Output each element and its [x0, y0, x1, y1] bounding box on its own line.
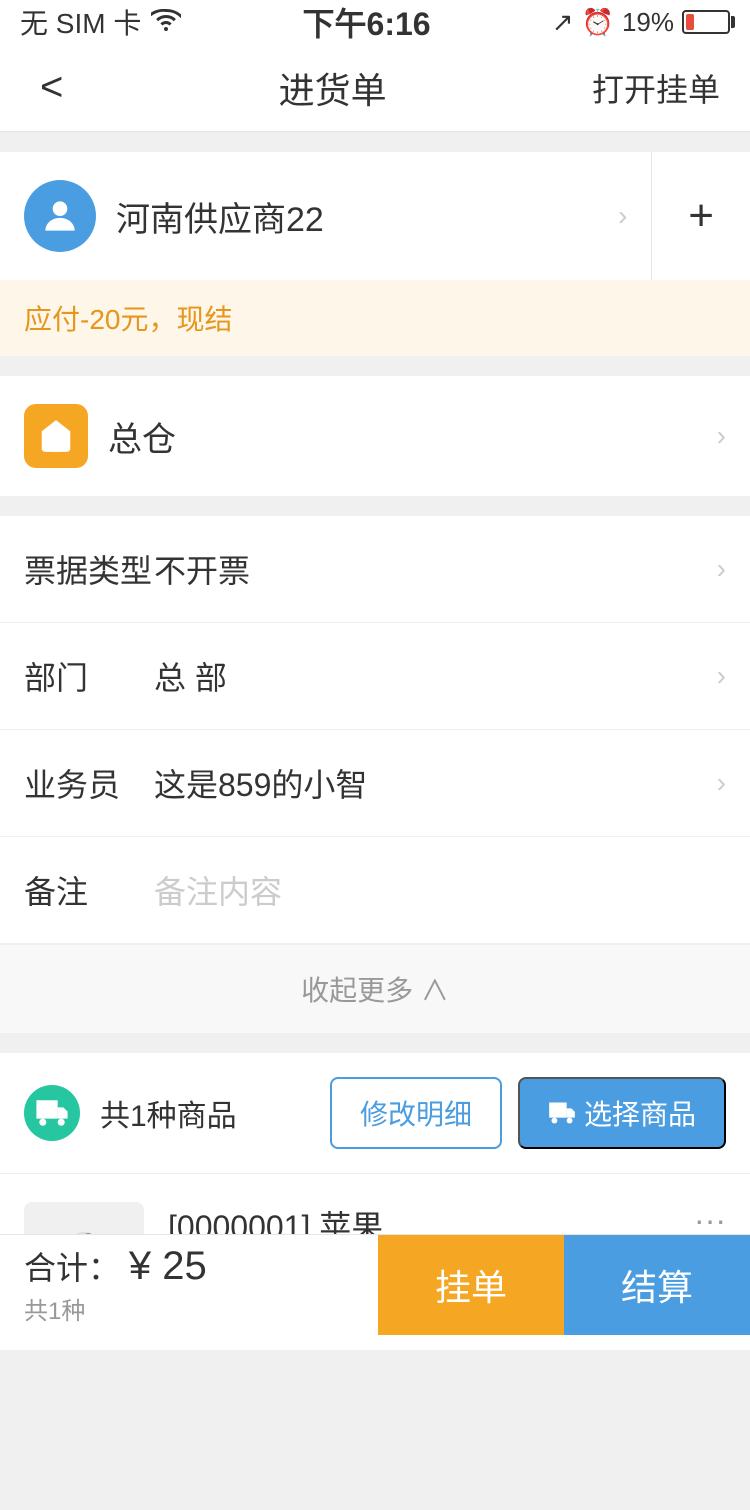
- supplier-selector[interactable]: 河南供应商22 ›: [0, 152, 652, 280]
- bottom-spacer: [0, 1350, 750, 1390]
- sales-value: 这是859的小智: [154, 760, 707, 806]
- form-section: 票据类型 不开票 › 部门 总 部 › 业务员 这是859的小智 › 备注 备注…: [0, 516, 750, 943]
- invoice-chevron-icon: ›: [717, 553, 726, 585]
- checkout-button[interactable]: 结算: [564, 1235, 750, 1335]
- battery-icon: [682, 10, 730, 34]
- warehouse-chevron-icon: ›: [717, 420, 726, 452]
- notice-banner: 应付-20元，现结: [0, 280, 750, 356]
- total-amount: ¥ 25: [129, 1244, 207, 1288]
- status-bar: 无 SIM 卡 下午6:16 ↗ ⏰ 19%: [0, 0, 750, 44]
- products-count: 共1种商品: [100, 1091, 330, 1135]
- warehouse-section: 总仓 ›: [0, 376, 750, 496]
- supplier-section: 河南供应商22 › +: [0, 152, 750, 280]
- sales-chevron-icon: ›: [717, 767, 726, 799]
- gap-1: [0, 132, 750, 152]
- dept-chevron-icon: ›: [717, 660, 726, 692]
- warehouse-selector[interactable]: 总仓 ›: [0, 376, 750, 496]
- products-header: 共1种商品 修改明细 选择商品: [0, 1053, 750, 1174]
- dept-value: 总 部: [154, 653, 707, 699]
- location-icon: ↗: [552, 7, 574, 38]
- wifi-icon: [151, 6, 181, 38]
- department-row[interactable]: 部门 总 部 ›: [0, 623, 750, 730]
- hang-order-button[interactable]: 挂单: [378, 1235, 564, 1335]
- alarm-icon: ⏰: [582, 7, 614, 38]
- salesperson-row[interactable]: 业务员 这是859的小智 ›: [0, 730, 750, 837]
- edit-details-button[interactable]: 修改明细: [330, 1077, 502, 1149]
- sales-label: 业务员: [24, 760, 154, 806]
- select-product-icon: [548, 1099, 576, 1127]
- back-button[interactable]: <: [30, 55, 73, 120]
- invoice-label: 票据类型: [24, 546, 154, 592]
- supplier-name: 河南供应商22: [116, 192, 608, 241]
- battery-text: 19%: [622, 7, 674, 38]
- invoice-type-row[interactable]: 票据类型 不开票 ›: [0, 516, 750, 623]
- dept-label: 部门: [24, 653, 154, 699]
- remark-label: 备注: [24, 867, 154, 913]
- select-product-button[interactable]: 选择商品: [518, 1077, 726, 1149]
- status-time: 下午6:16: [303, 0, 431, 45]
- carrier-text: 无 SIM 卡: [20, 2, 141, 42]
- status-left: 无 SIM 卡: [20, 2, 181, 42]
- total-row: 合计： ¥ 25: [24, 1243, 354, 1289]
- supplier-avatar: [24, 180, 96, 252]
- page-title: 进货单: [279, 62, 387, 114]
- supplier-chevron-icon: ›: [618, 200, 627, 232]
- total-sub: 共1种: [24, 1291, 354, 1326]
- warehouse-icon: [24, 404, 88, 468]
- select-product-label: 选择商品: [584, 1093, 696, 1133]
- remark-input[interactable]: 备注内容: [154, 867, 726, 913]
- invoice-value: 不开票: [154, 546, 707, 592]
- warehouse-name: 总仓: [108, 412, 707, 461]
- status-right: ↗ ⏰ 19%: [552, 7, 730, 38]
- remark-row[interactable]: 备注 备注内容: [0, 837, 750, 943]
- total-section: 合计： ¥ 25 共1种: [0, 1243, 378, 1326]
- add-supplier-button[interactable]: +: [652, 163, 750, 269]
- nav-bar: < 进货单 打开挂单: [0, 44, 750, 132]
- collapse-button[interactable]: 收起更多 ∧: [0, 945, 750, 1033]
- bottom-bar: 合计： ¥ 25 共1种 挂单 结算: [0, 1234, 750, 1334]
- open-pending-button[interactable]: 打开挂单: [592, 65, 720, 111]
- total-label: 合计：: [24, 1250, 120, 1286]
- products-icon: [24, 1085, 80, 1141]
